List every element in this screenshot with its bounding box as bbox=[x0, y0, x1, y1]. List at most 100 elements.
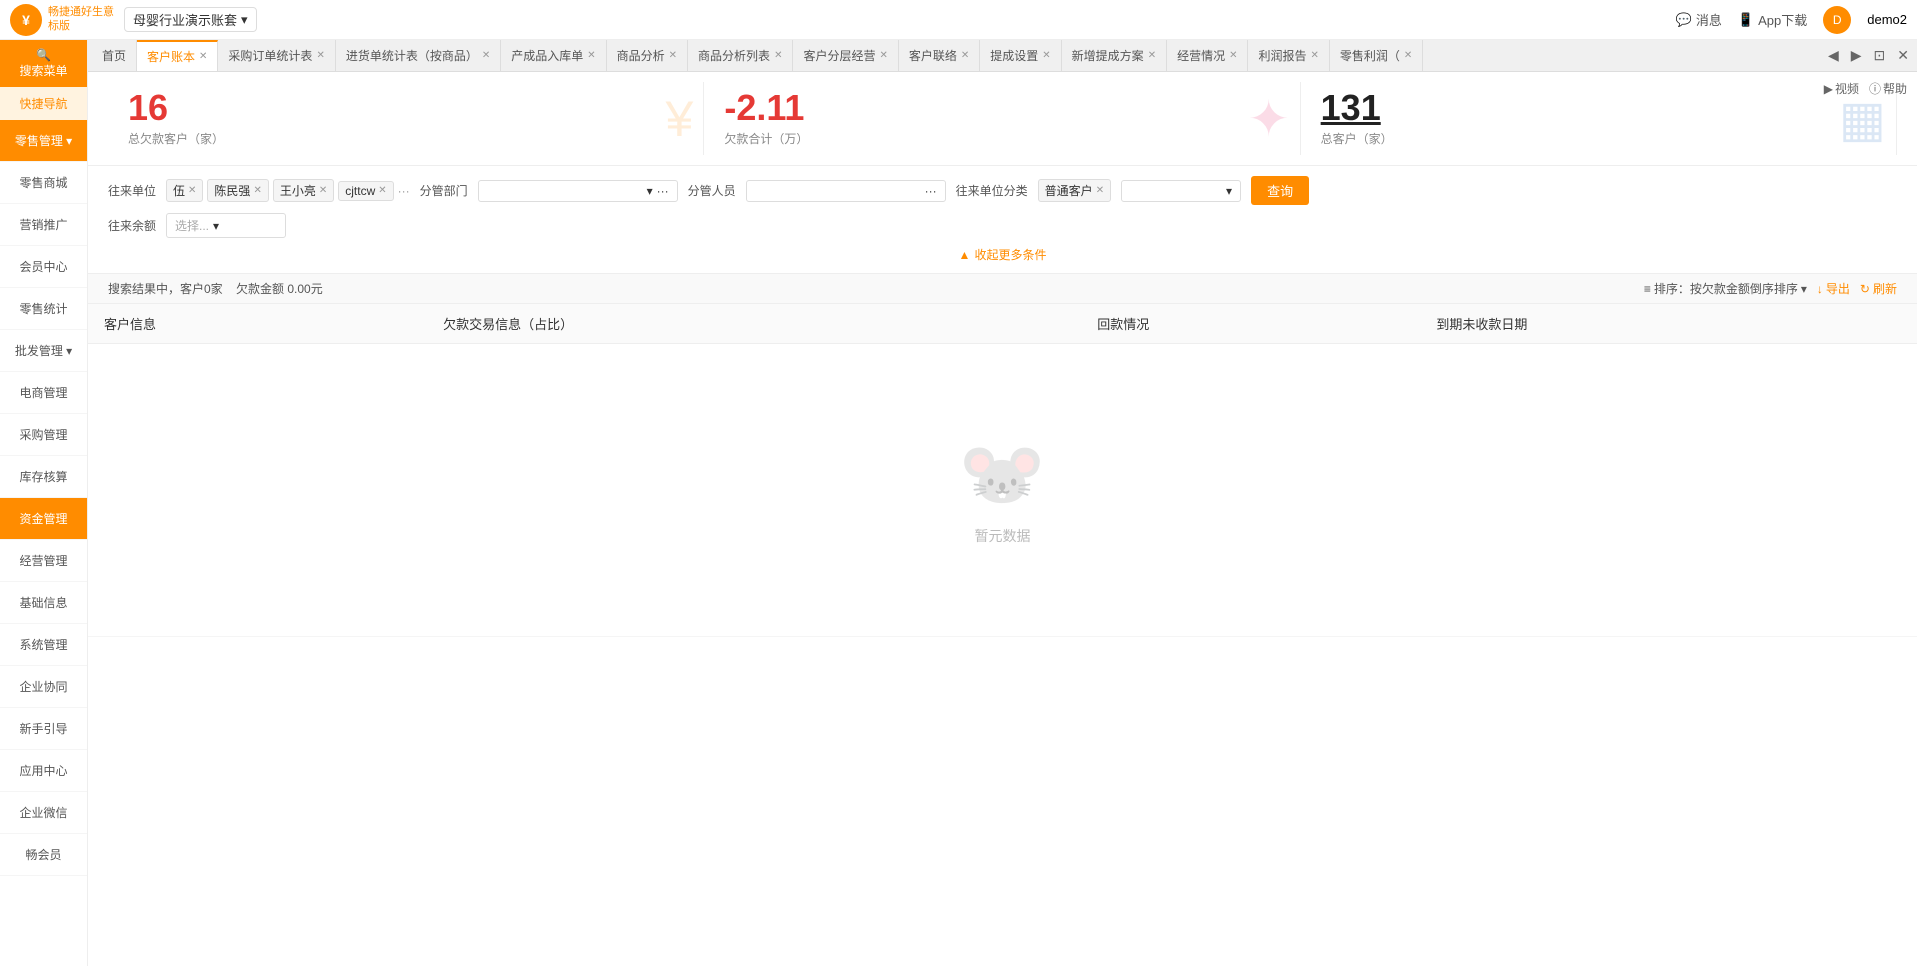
tag-remove-normal[interactable]: ✕ bbox=[1096, 185, 1104, 196]
tab-close-icon[interactable]: ✕ bbox=[961, 50, 969, 61]
tab-product-inbound[interactable]: 产成品入库单 ✕ bbox=[501, 40, 606, 72]
sidebar-item-retail-stats[interactable]: 零售统计 bbox=[0, 288, 87, 330]
sidebar-item-operations[interactable]: 经营管理 bbox=[0, 540, 87, 582]
tab-close-icon[interactable]: ✕ bbox=[1229, 50, 1237, 61]
tab-prev-button[interactable]: ◀ bbox=[1824, 45, 1843, 66]
stat-bg-star-icon: ✦ bbox=[1248, 90, 1290, 148]
tab-close-icon[interactable]: ✕ bbox=[1042, 50, 1050, 61]
tab-close-icon[interactable]: ✕ bbox=[774, 50, 782, 61]
tab-retail-profit[interactable]: 零售利润（ ✕ bbox=[1330, 40, 1423, 72]
tab-close-icon[interactable]: ✕ bbox=[1404, 50, 1412, 61]
sidebar-item-member[interactable]: 畅会员 bbox=[0, 834, 87, 876]
category-filter-dropdown[interactable]: ▾ bbox=[1121, 180, 1241, 202]
tab-close-icon[interactable]: ✕ bbox=[1148, 50, 1156, 61]
sidebar-item-basic-info[interactable]: 基础信息 bbox=[0, 582, 87, 624]
sidebar-item-app-center[interactable]: 应用中心 bbox=[0, 750, 87, 792]
collapse-button[interactable]: ▲ 收起更多条件 bbox=[108, 246, 1897, 263]
sidebar-quick-nav[interactable]: 快捷导航 bbox=[0, 87, 87, 120]
dept-filter-select[interactable]: ▾ ··· bbox=[478, 180, 678, 202]
sidebar-item-system[interactable]: 系统管理 bbox=[0, 624, 87, 666]
tab-expand-button[interactable]: ⊡ bbox=[1870, 45, 1890, 66]
header-right: 💬 消息 📱 App下载 D demo2 bbox=[1676, 6, 1907, 34]
avatar[interactable]: D bbox=[1823, 6, 1851, 34]
sidebar-item-enterprise[interactable]: 企业协同 bbox=[0, 666, 87, 708]
sidebar-item-member-center[interactable]: 会员中心 bbox=[0, 246, 87, 288]
tab-product-analysis[interactable]: 商品分析 ✕ bbox=[607, 40, 688, 72]
filter-tag-cjttcw: cjttcw ✕ bbox=[338, 181, 393, 201]
sidebar-item-guide[interactable]: 新手引导 bbox=[0, 708, 87, 750]
category-filter-tags: 普通客户 ✕ bbox=[1038, 179, 1111, 202]
tag-remove-wu[interactable]: ✕ bbox=[188, 185, 196, 196]
tab-profit-report[interactable]: 利润报告 ✕ bbox=[1248, 40, 1329, 72]
stats-row: ¥ 16 总欠款客户（家） ✦ -2.11 欠款合计（万） ▦ 131 总客户（… bbox=[88, 72, 1917, 166]
filter-more-btn[interactable]: ··· bbox=[398, 184, 410, 198]
help-link[interactable]: ⓘ 帮助 bbox=[1869, 80, 1907, 97]
dept-filter-label: 分管部门 bbox=[420, 182, 468, 199]
tag-remove-cjttcw[interactable]: ✕ bbox=[378, 185, 386, 196]
tab-close-all-button[interactable]: ✕ bbox=[1893, 45, 1913, 66]
export-button[interactable]: ↓ 导出 bbox=[1817, 280, 1850, 297]
sidebar-search[interactable]: 🔍 搜索菜单 bbox=[0, 40, 87, 87]
messages-button[interactable]: 💬 消息 bbox=[1676, 10, 1722, 29]
tab-product-analysis-list[interactable]: 商品分析列表 ✕ bbox=[688, 40, 793, 72]
tab-customer-ledger[interactable]: 客户账本 ✕ bbox=[137, 40, 218, 72]
chevron-down-icon: ▾ bbox=[241, 12, 248, 28]
col-customer-info: 客户信息 bbox=[88, 304, 427, 344]
sidebar-item-purchase[interactable]: 采购管理 bbox=[0, 414, 87, 456]
stat-block-customers: ¥ 16 总欠款客户（家） bbox=[108, 82, 704, 155]
tag-remove-chen[interactable]: ✕ bbox=[253, 185, 261, 196]
stat-bg-building-icon: ▦ bbox=[1839, 90, 1886, 148]
tab-controls: ◀ ▶ ⊡ ✕ bbox=[1824, 45, 1913, 66]
filter-area: 往来单位 伍 ✕ 陈民强 ✕ 王小亮 bbox=[88, 166, 1917, 274]
empty-icon: 🐭 bbox=[959, 434, 1046, 516]
sort-select[interactable]: ≡ 排序：按欠款金额倒序排序 ▾ bbox=[1644, 280, 1807, 297]
chevron-up-icon: ▲ bbox=[959, 248, 971, 262]
data-table: 客户信息 欠款交易信息（占比） 回款情况 到期未收款日期 bbox=[88, 304, 1917, 637]
tab-close-icon[interactable]: ✕ bbox=[669, 50, 677, 61]
sidebar-item-retail-mgmt[interactable]: 零售管理 ▾ bbox=[0, 120, 87, 162]
username-label: demo2 bbox=[1867, 12, 1907, 27]
balance-filter-select[interactable]: 选择... ▾ bbox=[166, 213, 286, 238]
sidebar-item-wechat[interactable]: 企业微信 bbox=[0, 792, 87, 834]
filter-tag-normal-customer: 普通客户 ✕ bbox=[1038, 179, 1111, 202]
tab-customer-contact[interactable]: 客户联络 ✕ bbox=[899, 40, 980, 72]
tab-home[interactable]: 首页 bbox=[92, 40, 137, 72]
tab-close-icon[interactable]: ✕ bbox=[879, 50, 887, 61]
tag-remove-wang[interactable]: ✕ bbox=[319, 185, 327, 196]
tab-add-commission[interactable]: 新增提成方案 ✕ bbox=[1062, 40, 1167, 72]
video-link[interactable]: ▶ 视频 bbox=[1824, 80, 1859, 97]
filter-tag-chen: 陈民强 ✕ bbox=[207, 179, 268, 202]
tab-commission-setting[interactable]: 提成设置 ✕ bbox=[980, 40, 1061, 72]
sidebar-item-retail-mall[interactable]: 零售商城 bbox=[0, 162, 87, 204]
result-summary: 搜索结果中，客户0家 欠款金额 0.00元 bbox=[108, 280, 323, 297]
tab-customer-layer[interactable]: 客户分层经营 ✕ bbox=[793, 40, 898, 72]
tab-close-icon[interactable]: ✕ bbox=[316, 50, 324, 61]
tab-close-icon[interactable]: ✕ bbox=[199, 51, 207, 62]
tab-close-icon[interactable]: ✕ bbox=[587, 50, 595, 61]
empty-label: 暂元数据 bbox=[975, 526, 1031, 546]
store-select[interactable]: 母婴行业演示账套 ▾ bbox=[124, 7, 257, 32]
stat-value-customers: 16 bbox=[128, 90, 168, 126]
sidebar-item-marketing[interactable]: 营销推广 bbox=[0, 204, 87, 246]
tab-close-icon[interactable]: ✕ bbox=[1311, 50, 1319, 61]
tab-bar: 首页 客户账本 ✕ 采购订单统计表 ✕ 进货单统计表（按商品） ✕ 产成品入库单… bbox=[88, 40, 1917, 72]
tab-close-icon[interactable]: ✕ bbox=[482, 50, 490, 61]
tab-purchase-order-stats[interactable]: 采购订单统计表 ✕ bbox=[218, 40, 335, 72]
export-icon: ↓ bbox=[1817, 282, 1823, 296]
sidebar-item-inventory[interactable]: 库存核算 bbox=[0, 456, 87, 498]
sidebar-item-ecommerce[interactable]: 电商管理 bbox=[0, 372, 87, 414]
chevron-down-icon: ▾ bbox=[647, 184, 653, 198]
refresh-button[interactable]: ↻ 刷新 bbox=[1860, 280, 1897, 297]
tab-purchase-stats-by-product[interactable]: 进货单统计表（按商品） ✕ bbox=[336, 40, 501, 72]
tab-next-button[interactable]: ▶ bbox=[1847, 45, 1866, 66]
tab-operation-status[interactable]: 经营情况 ✕ bbox=[1167, 40, 1248, 72]
logo-area: ¥ 畅捷通好生意 标版 bbox=[10, 4, 114, 36]
filter-tag-wang: 王小亮 ✕ bbox=[273, 179, 334, 202]
sidebar-item-wholesale-mgmt[interactable]: 批发管理 ▾ bbox=[0, 330, 87, 372]
stat-value-amount: -2.11 bbox=[724, 90, 804, 126]
query-button[interactable]: 查询 bbox=[1251, 176, 1309, 205]
result-bar: 搜索结果中，客户0家 欠款金额 0.00元 ≡ 排序：按欠款金额倒序排序 ▾ ↓… bbox=[88, 274, 1917, 304]
sidebar-item-capital-mgmt[interactable]: 资金管理 bbox=[0, 498, 87, 540]
app-download-button[interactable]: 📱 App下载 bbox=[1738, 10, 1807, 29]
person-filter-select[interactable]: ··· bbox=[746, 180, 946, 202]
